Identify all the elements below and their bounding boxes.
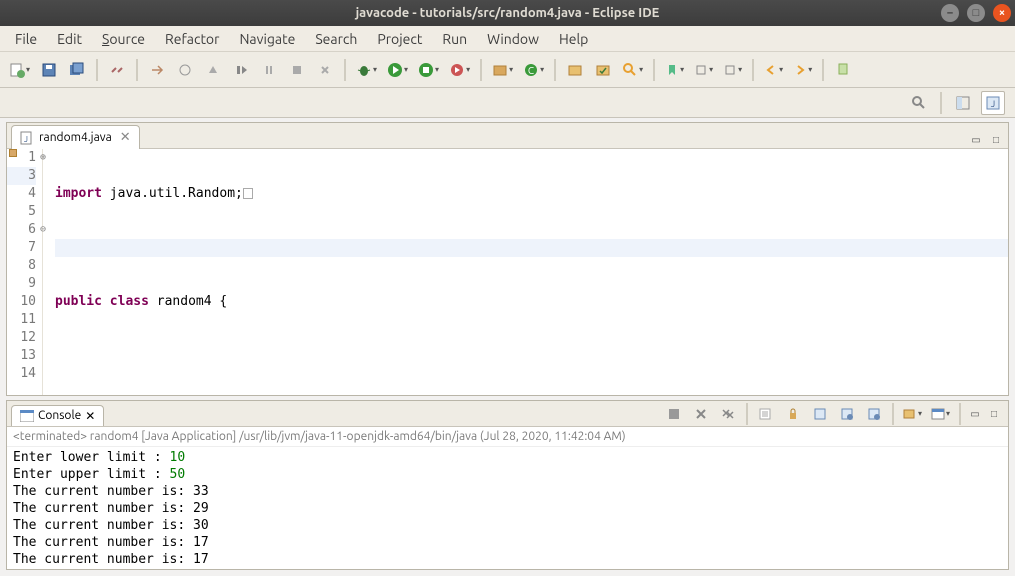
debug-button[interactable]: ▾ xyxy=(353,58,380,82)
main-toolbar: ▾ ▾ ▾ ▾ ▾ ▾ C▾ ▾ ▾ ▾ ▾ ▾ ▾ xyxy=(0,52,1015,88)
line-gutter: 1⊕ 3 4 5 6⊖ 7 8 9 10 11 12 13 14 xyxy=(7,149,43,395)
window-close-button[interactable]: × xyxy=(993,4,1011,22)
link-button[interactable] xyxy=(105,58,129,82)
editor-tab-close-icon[interactable]: ✕ xyxy=(120,130,131,145)
annotation-button[interactable]: ▾ xyxy=(691,58,716,82)
menu-refactor[interactable]: Refactor xyxy=(156,28,228,50)
debug-step-button[interactable] xyxy=(145,58,169,82)
disconnect-button[interactable] xyxy=(313,58,337,82)
console-show-when-out-button[interactable] xyxy=(835,402,859,426)
editor-panel: J random4.java ✕ ▭ □ 1⊕ 3 4 5 6⊖ 7 8 9 1… xyxy=(6,122,1009,396)
console-terminate-button[interactable] xyxy=(662,402,686,426)
console-tab-label: Console xyxy=(38,409,81,422)
save-button[interactable] xyxy=(37,58,61,82)
open-type-button[interactable] xyxy=(563,58,587,82)
new-class-button[interactable]: C▾ xyxy=(520,58,547,82)
console-remove-button[interactable] xyxy=(689,402,713,426)
console-scroll-lock-button[interactable] xyxy=(781,402,805,426)
console-open-button[interactable]: ▾ xyxy=(900,402,925,426)
console-icon xyxy=(20,410,34,422)
console-tab-close-icon[interactable]: ✕ xyxy=(85,409,95,423)
new-package-button[interactable]: ▾ xyxy=(489,58,516,82)
back-button[interactable]: ▾ xyxy=(761,58,786,82)
new-button[interactable]: ▾ xyxy=(6,58,33,82)
console-show-when-err-button[interactable] xyxy=(862,402,886,426)
window-title: javacode - tutorials/src/random4.java - … xyxy=(356,6,660,20)
editor-minimize-button[interactable]: ▭ xyxy=(968,132,984,148)
console-tab[interactable]: Console ✕ xyxy=(11,405,104,426)
window-maximize-button[interactable]: □ xyxy=(967,4,985,22)
menu-run[interactable]: Run xyxy=(433,28,476,50)
java-file-icon: J xyxy=(20,131,34,145)
quick-access-search-icon[interactable] xyxy=(907,91,931,115)
toggle-mark-button[interactable]: ▾ xyxy=(662,58,687,82)
code-editor[interactable]: 1⊕ 3 4 5 6⊖ 7 8 9 10 11 12 13 14 import … xyxy=(7,149,1008,395)
collapsed-import-icon[interactable] xyxy=(243,188,253,199)
save-all-button[interactable] xyxy=(65,58,89,82)
console-tabstrip: Console ✕ ▾ ▾ ▭ □ xyxy=(7,401,1008,427)
menu-navigate[interactable]: Navigate xyxy=(230,28,304,50)
search-button[interactable]: ▾ xyxy=(619,58,646,82)
svg-text:J: J xyxy=(24,135,28,144)
menu-window[interactable]: Window xyxy=(478,28,548,50)
console-word-wrap-button[interactable] xyxy=(808,402,832,426)
console-panel: Console ✕ ▾ ▾ ▭ □ <terminated> random4 [… xyxy=(6,400,1009,570)
console-maximize-button[interactable]: □ xyxy=(986,406,1002,422)
warning-marker-icon xyxy=(9,149,17,157)
pin-button[interactable] xyxy=(831,58,855,82)
editor-tab-random4[interactable]: J random4.java ✕ xyxy=(11,125,140,149)
menu-edit[interactable]: Edit xyxy=(48,28,91,50)
coverage-button[interactable]: ▾ xyxy=(415,58,442,82)
console-output[interactable]: Enter lower limit : 10 Enter upper limit… xyxy=(7,447,1008,569)
titlebar: javacode - tutorials/src/random4.java - … xyxy=(0,0,1015,26)
menubar: File Edit Source Refactor Navigate Searc… xyxy=(0,26,1015,52)
menu-file[interactable]: File xyxy=(6,28,46,50)
editor-tabstrip: J random4.java ✕ ▭ □ xyxy=(7,123,1008,149)
perspective-toolbar: J xyxy=(0,88,1015,118)
skip-button[interactable] xyxy=(173,58,197,82)
run-last-button[interactable]: ▾ xyxy=(446,58,473,82)
fold-collapse-icon[interactable]: ⊖ xyxy=(40,221,46,239)
menu-search[interactable]: Search xyxy=(306,28,366,50)
drop-button[interactable] xyxy=(201,58,225,82)
console-remove-all-button[interactable] xyxy=(716,402,740,426)
annotation2-button[interactable]: ▾ xyxy=(720,58,745,82)
terminate-button[interactable] xyxy=(285,58,309,82)
console-display-selected-button[interactable]: ▾ xyxy=(928,402,953,426)
menu-help[interactable]: Help xyxy=(550,28,597,50)
suspend-button[interactable] xyxy=(257,58,281,82)
java-perspective-button[interactable]: J xyxy=(981,91,1005,115)
open-perspective-button[interactable] xyxy=(951,91,975,115)
svg-text:C: C xyxy=(528,65,534,76)
code-text[interactable]: import java.util.Random; public class ra… xyxy=(43,149,1008,395)
editor-maximize-button[interactable]: □ xyxy=(988,132,1004,148)
console-clear-button[interactable] xyxy=(754,402,778,426)
open-task-button[interactable] xyxy=(591,58,615,82)
console-process-header: <terminated> random4 [Java Application] … xyxy=(7,427,1008,447)
svg-text:J: J xyxy=(991,99,995,109)
fold-expand-icon[interactable]: ⊕ xyxy=(40,149,46,167)
run-button[interactable]: ▾ xyxy=(384,58,411,82)
console-minimize-button[interactable]: ▭ xyxy=(967,406,983,422)
resume-button[interactable] xyxy=(229,58,253,82)
editor-tab-label: random4.java xyxy=(39,131,112,144)
menu-source[interactable]: Source xyxy=(93,28,154,50)
menu-project[interactable]: Project xyxy=(368,28,431,50)
forward-button[interactable]: ▾ xyxy=(790,58,815,82)
window-minimize-button[interactable]: – xyxy=(941,4,959,22)
